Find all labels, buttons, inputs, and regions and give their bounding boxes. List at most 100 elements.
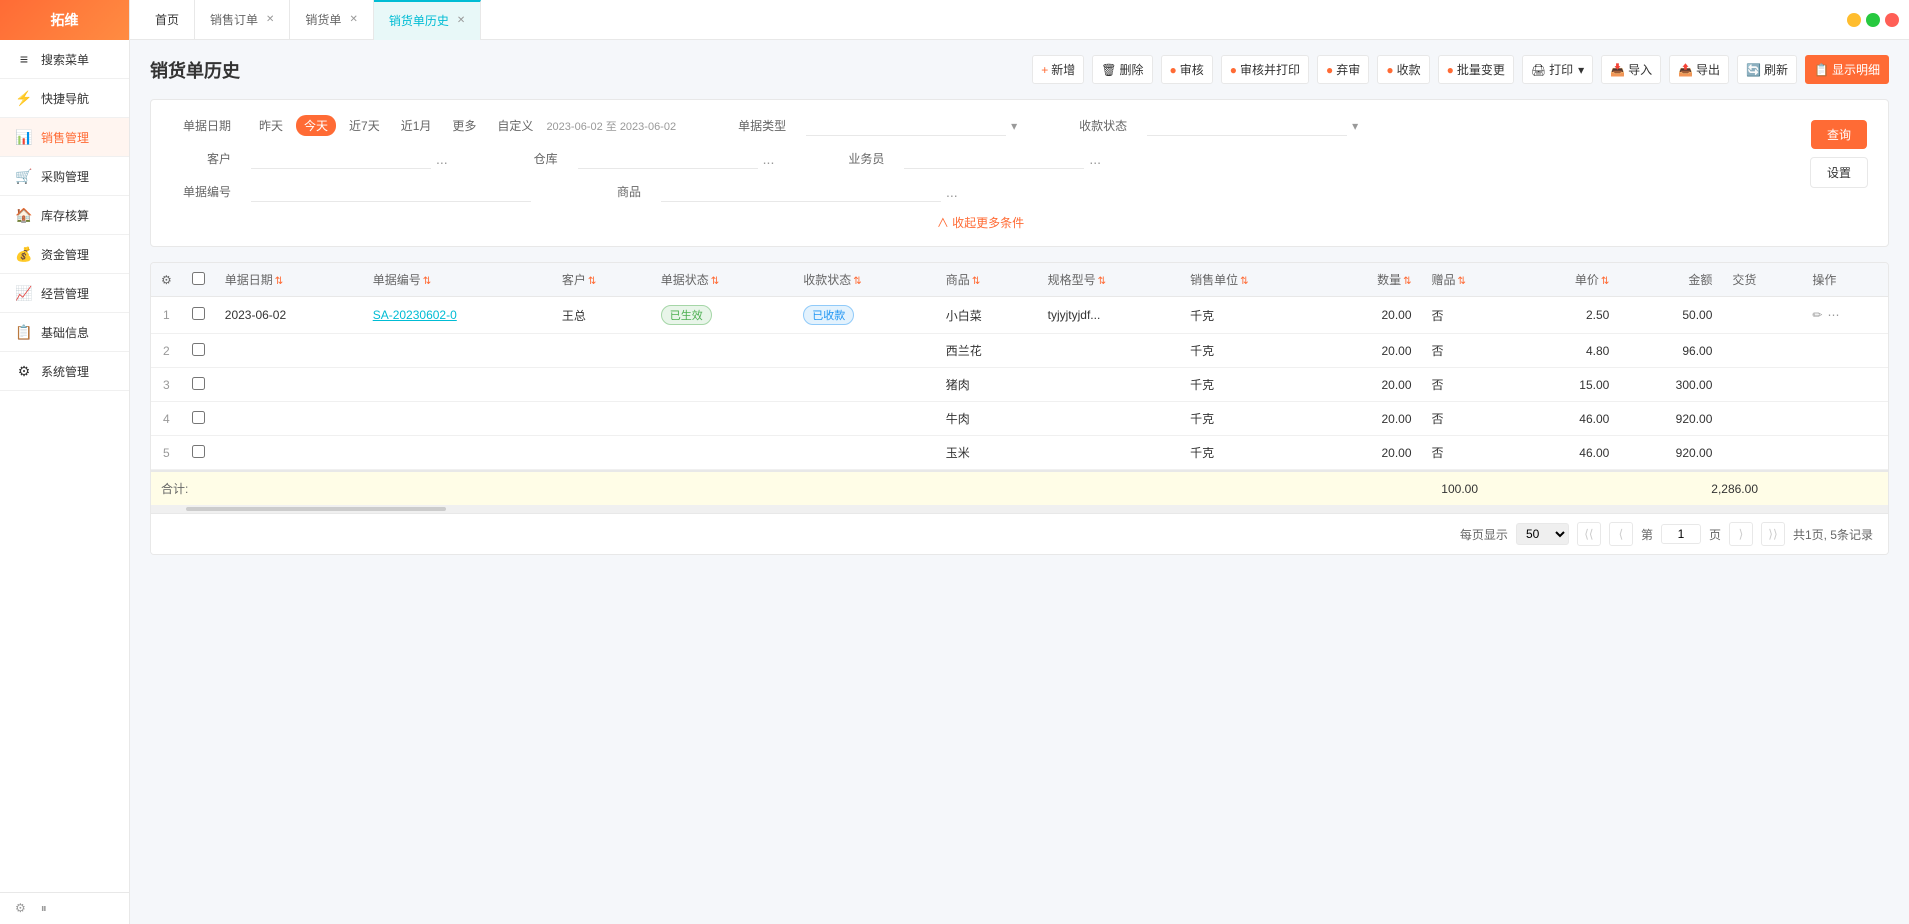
date-tag-1month[interactable]: 近1月	[393, 115, 440, 136]
horizontal-scrollbar[interactable]	[151, 505, 1888, 513]
abandon-button[interactable]: ● 弃审	[1317, 55, 1369, 84]
row-checkbox[interactable]	[192, 343, 205, 356]
sidebar-item-inventory[interactable]: 🏠 库存核算	[0, 196, 129, 235]
sidebar-item-quick-nav[interactable]: ⚡ 快捷导航	[0, 79, 129, 118]
batch-change-button[interactable]: ● 批量变更	[1438, 55, 1514, 84]
collect-button[interactable]: ● 收款	[1377, 55, 1429, 84]
row-checkbox-cell[interactable]	[182, 402, 215, 436]
date-tag-yesterday[interactable]: 昨天	[251, 115, 291, 136]
settings-icon[interactable]: ⚙	[15, 901, 26, 916]
col-amount[interactable]: 金额	[1619, 263, 1722, 297]
per-page-select[interactable]: 50 100 200	[1516, 523, 1569, 545]
sidebar-item-operation-mgmt[interactable]: 📈 经营管理	[0, 274, 129, 313]
col-checkbox[interactable]	[182, 263, 215, 297]
import-button[interactable]: 📥 导入	[1601, 55, 1661, 84]
row-num: 5	[151, 436, 182, 470]
more-action-btn[interactable]: ⋯	[1827, 308, 1839, 322]
collection-status-input[interactable]	[1147, 115, 1347, 136]
tab-sales-history[interactable]: 销货单历史 ✕	[374, 0, 481, 40]
prev-page-button[interactable]: ⟨	[1609, 522, 1633, 546]
salesperson-input[interactable]	[904, 148, 1084, 169]
next-page-button[interactable]: ⟩	[1729, 522, 1753, 546]
goods-input[interactable]	[661, 181, 941, 202]
sidebar-item-purchase-mgmt[interactable]: 🛒 采购管理	[0, 157, 129, 196]
sidebar-item-basic-info[interactable]: 📋 基础信息	[0, 313, 129, 352]
edit-action-btn[interactable]: ✏	[1812, 308, 1822, 322]
sort-doc-status-icon: ⇅	[711, 276, 719, 287]
col-doc-date[interactable]: 单据日期⇅	[215, 263, 363, 297]
doc-number-link[interactable]: SA-20230602-0	[373, 308, 457, 322]
scrollbar-thumb[interactable]	[186, 507, 447, 511]
query-button[interactable]: 查询	[1811, 120, 1867, 149]
review-button[interactable]: ● 审核	[1161, 55, 1213, 84]
warehouse-ellipsis[interactable]: ...	[763, 151, 775, 167]
first-page-button[interactable]: ⟨⟨	[1577, 522, 1601, 546]
row-checkbox-cell[interactable]	[182, 368, 215, 402]
col-collection-status[interactable]: 收款状态⇅	[793, 263, 936, 297]
col-unit-price[interactable]: 单价⇅	[1520, 263, 1619, 297]
tab-sales-goods-close[interactable]: ✕	[349, 14, 357, 25]
page-number-input[interactable]: 1	[1661, 524, 1701, 544]
sidebar-item-finance-mgmt[interactable]: 💰 资金管理	[0, 235, 129, 274]
print-button[interactable]: 🖨 打印 ▾	[1522, 55, 1593, 84]
export-button[interactable]: 📤 导出	[1669, 55, 1729, 84]
col-doc-status[interactable]: 单据状态⇅	[651, 263, 794, 297]
col-gift[interactable]: 赠品⇅	[1422, 263, 1521, 297]
col-transaction[interactable]: 交货	[1722, 263, 1802, 297]
doc-type-input[interactable]	[806, 115, 1006, 136]
maximize-button[interactable]	[1866, 13, 1880, 27]
delete-button[interactable]: 🗑 删除	[1092, 55, 1152, 84]
tab-sales-order[interactable]: 销售订单 ✕	[195, 0, 290, 40]
col-sales-unit[interactable]: 销售单位⇅	[1180, 263, 1323, 297]
new-button[interactable]: + 新增	[1032, 55, 1084, 84]
row-checkbox-cell[interactable]	[182, 436, 215, 470]
collapse-icon[interactable]: ⏸	[41, 901, 47, 916]
date-tag-7days[interactable]: 近7天	[341, 115, 388, 136]
customer-input[interactable]	[251, 148, 431, 169]
col-doc-number[interactable]: 单据编号⇅	[363, 263, 552, 297]
row-checkbox[interactable]	[192, 377, 205, 390]
row-doc-number[interactable]: SA-20230602-0	[363, 297, 552, 334]
row-checkbox-cell[interactable]	[182, 334, 215, 368]
sidebar-item-sales-mgmt[interactable]: 📊 销售管理	[0, 118, 129, 157]
settings-button[interactable]: 设置	[1810, 157, 1868, 188]
date-tag-more[interactable]: 更多	[444, 115, 484, 136]
sidebar-item-search-menu[interactable]: ≡ 搜索菜单	[0, 40, 129, 79]
col-spec-type[interactable]: 规格型号⇅	[1038, 263, 1181, 297]
select-all-checkbox[interactable]	[192, 272, 205, 285]
inventory-icon: 🏠	[15, 206, 33, 224]
tab-home[interactable]: 首页	[140, 0, 195, 40]
sort-unit-price-icon: ⇅	[1601, 276, 1609, 287]
doc-number-input[interactable]	[251, 181, 531, 202]
row-checkbox[interactable]	[192, 445, 205, 458]
tab-sales-order-close[interactable]: ✕	[266, 14, 274, 25]
last-page-button[interactable]: ⟩⟩	[1761, 522, 1785, 546]
date-tag-today[interactable]: 今天	[296, 115, 336, 136]
collapse-filter-btn[interactable]: ∧ 收起更多条件	[937, 216, 1024, 230]
sort-quantity-icon: ⇅	[1403, 276, 1411, 287]
col-quantity[interactable]: 数量⇅	[1323, 263, 1422, 297]
review-print-button[interactable]: ● 审核并打印	[1221, 55, 1309, 84]
collection-status-dropdown-icon[interactable]: ▾	[1352, 119, 1358, 133]
row-checkbox-cell[interactable]	[182, 297, 215, 334]
refresh-button[interactable]: 🔄 刷新	[1737, 55, 1797, 84]
col-settings[interactable]: ⚙	[151, 263, 182, 297]
date-tag-custom[interactable]: 自定义	[489, 115, 541, 136]
doc-type-dropdown-icon[interactable]: ▾	[1011, 119, 1017, 133]
close-button[interactable]	[1885, 13, 1899, 27]
col-customer[interactable]: 客户⇅	[552, 263, 651, 297]
tab-sales-goods[interactable]: 销货单 ✕	[290, 0, 373, 40]
goods-ellipsis[interactable]: ...	[946, 184, 958, 200]
row-checkbox[interactable]	[192, 307, 205, 320]
row-checkbox[interactable]	[192, 411, 205, 424]
show-detail-button[interactable]: 📋 显示明细	[1805, 55, 1889, 84]
tab-sales-history-close[interactable]: ✕	[457, 15, 465, 26]
sidebar-item-system-mgmt[interactable]: ⚙ 系统管理	[0, 352, 129, 391]
row-spec-type	[1038, 436, 1181, 470]
warehouse-input[interactable]	[578, 148, 758, 169]
col-goods[interactable]: 商品⇅	[936, 263, 1038, 297]
minimize-button[interactable]	[1847, 13, 1861, 27]
table-settings-icon[interactable]: ⚙	[161, 273, 172, 287]
salesperson-ellipsis[interactable]: ...	[1089, 151, 1101, 167]
customer-ellipsis[interactable]: ...	[436, 151, 448, 167]
